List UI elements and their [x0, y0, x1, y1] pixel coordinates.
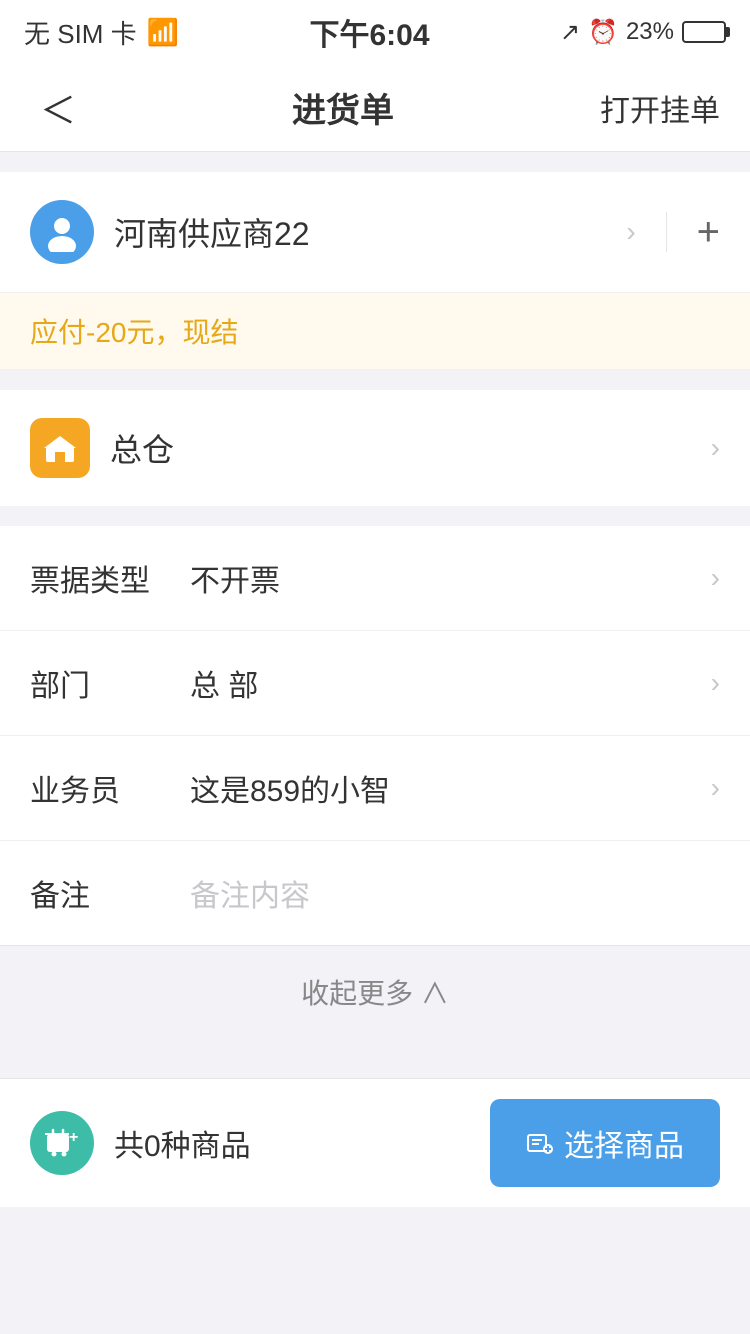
product-icon-bg: +: [30, 1111, 94, 1175]
person-icon: [42, 212, 82, 252]
alarm-icon: ⏰: [588, 18, 618, 47]
carrier-text: 无 SIM 卡: [24, 14, 137, 51]
status-bar: 无 SIM 卡 📶 下午6:04 ↗ ⏰ 23%: [0, 0, 750, 64]
department-row[interactable]: 部门 总 部 ›: [0, 630, 750, 735]
open-pending-button[interactable]: 打开挂单: [600, 86, 720, 130]
supplier-row[interactable]: 河南供应商22 › +: [0, 172, 750, 293]
alert-text: 应付-20元，现结: [30, 317, 238, 348]
status-left: 无 SIM 卡 📶: [24, 14, 179, 51]
divider-3: [0, 506, 750, 526]
supplier-vertical-divider: [666, 212, 667, 252]
remark-label: 备注: [30, 871, 170, 915]
page-title: 进货单: [292, 83, 394, 132]
supplier-name: 河南供应商22: [114, 209, 626, 255]
alert-banner: 应付-20元，现结: [0, 293, 750, 370]
supplier-chevron-icon: ›: [626, 216, 635, 248]
department-chevron-icon: ›: [711, 667, 720, 699]
location-icon: ↗: [560, 18, 580, 47]
product-count-text: 共0种商品: [114, 1121, 490, 1165]
svg-text:+: +: [69, 1129, 78, 1146]
wifi-icon: 📶: [147, 17, 179, 48]
salesperson-chevron-icon: ›: [711, 772, 720, 804]
warehouse-name: 总仓: [110, 425, 711, 471]
bottom-bar: + 共0种商品 选择商品: [0, 1078, 750, 1207]
invoice-type-label: 票据类型: [30, 556, 170, 600]
remark-value[interactable]: 备注内容: [190, 871, 720, 915]
warehouse-icon: [42, 430, 78, 466]
divider-top: [0, 152, 750, 172]
invoice-type-chevron-icon: ›: [711, 562, 720, 594]
invoice-type-row[interactable]: 票据类型 不开票 ›: [0, 526, 750, 630]
department-value: 总 部: [190, 661, 711, 705]
nav-bar: ＜ 进货单 打开挂单: [0, 64, 750, 152]
battery-percent: 23%: [626, 18, 674, 46]
divider-2: [0, 370, 750, 390]
supplier-section: 河南供应商22 › + 应付-20元，现结: [0, 172, 750, 370]
warehouse-chevron-icon: ›: [711, 432, 720, 464]
salesperson-value: 这是859的小智: [190, 766, 711, 810]
battery-icon: [682, 21, 726, 43]
collapse-label: 收起更多 ∧: [301, 972, 449, 1012]
salesperson-row[interactable]: 业务员 这是859的小智 ›: [0, 735, 750, 840]
cart-icon: +: [43, 1124, 81, 1162]
department-label: 部门: [30, 661, 170, 705]
warehouse-section: 总仓 ›: [0, 390, 750, 506]
select-product-button[interactable]: 选择商品: [490, 1099, 720, 1187]
remark-row[interactable]: 备注 备注内容: [0, 840, 750, 945]
collapse-row[interactable]: 收起更多 ∧: [0, 945, 750, 1038]
back-button[interactable]: ＜: [30, 72, 86, 144]
divider-4: [0, 1038, 750, 1058]
form-section: 票据类型 不开票 › 部门 总 部 › 业务员 这是859的小智 › 备注 备注…: [0, 526, 750, 945]
status-time: 下午6:04: [309, 10, 429, 54]
select-product-icon: [526, 1129, 554, 1157]
status-right: ↗ ⏰ 23%: [560, 18, 726, 47]
add-supplier-button[interactable]: +: [697, 210, 720, 255]
warehouse-icon-bg: [30, 418, 90, 478]
supplier-avatar: [30, 200, 94, 264]
select-product-label: 选择商品: [564, 1121, 684, 1165]
warehouse-row[interactable]: 总仓 ›: [0, 390, 750, 506]
salesperson-label: 业务员: [30, 766, 170, 810]
invoice-type-value: 不开票: [190, 556, 711, 600]
